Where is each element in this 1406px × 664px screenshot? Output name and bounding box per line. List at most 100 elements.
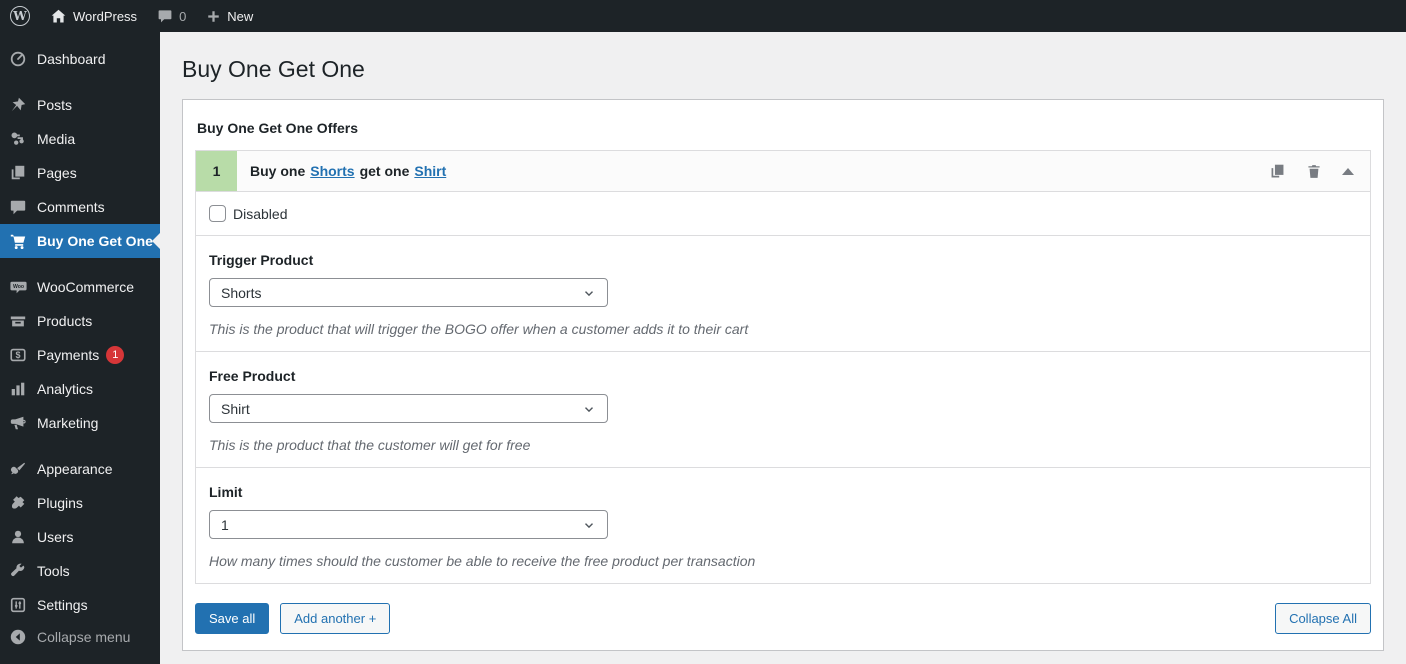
offer-item: 1 Buy one Shorts get one Shirt Disabled … (195, 150, 1371, 584)
trigger-product-select[interactable]: Shorts (209, 278, 608, 307)
sidebar-item-posts[interactable]: Posts (0, 88, 160, 122)
site-name: WordPress (73, 8, 138, 24)
payments-icon: $ (8, 345, 28, 365)
page-title: Buy One Get One (182, 56, 365, 82)
disabled-checkbox[interactable] (209, 205, 226, 222)
svg-text:Woo: Woo (12, 284, 23, 290)
woocommerce-icon: Woo (8, 277, 28, 297)
limit-help: How many times should the customer be ab… (209, 553, 756, 569)
sidebar-item-marketing[interactable]: Marketing (0, 406, 160, 440)
comments-menu[interactable]: 0 (147, 0, 196, 32)
sidebar-item-label: Products (37, 313, 93, 329)
trigger-product-value: Shorts (221, 284, 262, 301)
offer-number-badge: 1 (196, 151, 237, 191)
wrench-icon (8, 561, 28, 581)
media-icon (8, 129, 28, 149)
free-product-label: Free Product (209, 368, 296, 384)
sidebar-item-label: Pages (37, 165, 77, 181)
delete-offer-icon[interactable] (1306, 163, 1322, 180)
sidebar-item-label: Settings (37, 597, 88, 613)
sidebar-item-label: Appearance (37, 461, 113, 477)
limit-section: Limit 1 How many times should the custom… (196, 468, 1370, 583)
sidebar-item-plugins[interactable]: Plugins (0, 486, 160, 520)
bar-chart-icon (8, 379, 28, 399)
site-menu[interactable]: WordPress (40, 0, 147, 32)
sidebar-item-label: WooCommerce (37, 279, 134, 295)
comments-icon (8, 197, 28, 217)
main-content: Buy One Get One Buy One Get One Offers 1… (160, 32, 1406, 664)
collapse-all-button[interactable]: Collapse All (1275, 603, 1371, 634)
duplicate-offer-icon[interactable] (1269, 163, 1286, 180)
brush-icon (8, 459, 28, 479)
sidebar-item-label: Dashboard (37, 51, 106, 67)
free-product-select[interactable]: Shirt (209, 394, 608, 423)
comments-count: 0 (179, 8, 187, 24)
sidebar-item-tools[interactable]: Tools (0, 554, 160, 588)
chevron-down-icon (582, 518, 596, 532)
home-icon (50, 8, 67, 25)
new-content-menu[interactable]: New (196, 0, 263, 32)
disabled-label: Disabled (233, 205, 288, 222)
new-label: New (227, 8, 254, 24)
save-all-button[interactable]: Save all (195, 603, 270, 634)
admin-bar: W WordPress 0 New (0, 0, 1406, 32)
trigger-product-section: Trigger Product Shorts This is the produ… (196, 236, 1370, 352)
free-product-link[interactable]: Shirt (414, 163, 446, 179)
trigger-product-label: Trigger Product (209, 252, 314, 268)
sidebar-item-label: Posts (37, 97, 73, 113)
admin-sidebar: Dashboard Posts Media Pages Comments Buy… (0, 32, 160, 664)
plus-icon (206, 9, 221, 24)
sidebar-item-pages[interactable]: Pages (0, 156, 160, 190)
sidebar-item-payments[interactable]: $ Payments 1 (0, 338, 160, 372)
offer-title: Buy one Shorts get one Shirt (237, 151, 1269, 191)
plug-icon (8, 493, 28, 513)
comment-bubble-icon (157, 8, 173, 24)
sidebar-item-products[interactable]: Products (0, 304, 160, 338)
sidebar-item-analytics[interactable]: Analytics (0, 372, 160, 406)
svg-text:$: $ (15, 350, 20, 360)
chevron-down-icon (582, 286, 596, 300)
sidebar-item-woocommerce[interactable]: Woo WooCommerce (0, 270, 160, 304)
payments-count-badge: 1 (106, 346, 125, 364)
pushpin-icon (8, 95, 28, 115)
sidebar-item-label: Analytics (37, 381, 94, 397)
sidebar-item-label: Marketing (37, 415, 99, 431)
sidebar-item-comments[interactable]: Comments (0, 190, 160, 224)
collapse-menu-label: Collapse menu (37, 629, 131, 645)
limit-select[interactable]: 1 (209, 510, 608, 539)
wp-logo-menu[interactable]: W (0, 0, 40, 32)
add-another-button[interactable]: Add another + (280, 603, 391, 634)
wordpress-logo-icon: W (10, 6, 30, 26)
offers-panel: Buy One Get One Offers 1 Buy one Shorts … (182, 99, 1384, 651)
sidebar-item-label: Comments (37, 199, 105, 215)
sliders-icon (8, 595, 28, 615)
free-product-help: This is the product that the customer wi… (209, 437, 531, 453)
offer-header[interactable]: 1 Buy one Shorts get one Shirt (196, 151, 1370, 192)
offer-title-buy: Buy one (250, 163, 306, 179)
sidebar-item-settings[interactable]: Settings (0, 588, 160, 622)
collapse-arrow-icon (8, 627, 28, 647)
sidebar-item-users[interactable]: Users (0, 520, 160, 554)
cart-icon (8, 231, 28, 251)
sidebar-item-media[interactable]: Media (0, 122, 160, 156)
sidebar-item-label: Media (37, 131, 76, 147)
trigger-product-link[interactable]: Shorts (310, 163, 354, 179)
sidebar-item-label: Users (37, 529, 74, 545)
sidebar-item-buy-one-get-one[interactable]: Buy One Get One (0, 224, 160, 258)
free-product-section: Free Product Shirt This is the product t… (196, 352, 1370, 468)
sidebar-item-dashboard[interactable]: Dashboard (0, 42, 160, 76)
trigger-product-help: This is the product that will trigger th… (209, 321, 749, 337)
pages-icon (8, 163, 28, 183)
collapse-offer-icon[interactable] (1342, 167, 1354, 175)
collapse-menu-button[interactable]: Collapse menu (0, 620, 160, 654)
offers-panel-title: Buy One Get One Offers (197, 120, 359, 136)
user-icon (8, 527, 28, 547)
chevron-down-icon (582, 402, 596, 416)
disabled-row: Disabled (196, 192, 1370, 236)
megaphone-icon (8, 413, 28, 433)
sidebar-item-label: Buy One Get One (37, 233, 153, 249)
sidebar-item-appearance[interactable]: Appearance (0, 452, 160, 486)
panel-footer: Save all Add another + Collapse All (195, 603, 1371, 634)
limit-label: Limit (209, 484, 243, 500)
free-product-value: Shirt (221, 400, 250, 417)
